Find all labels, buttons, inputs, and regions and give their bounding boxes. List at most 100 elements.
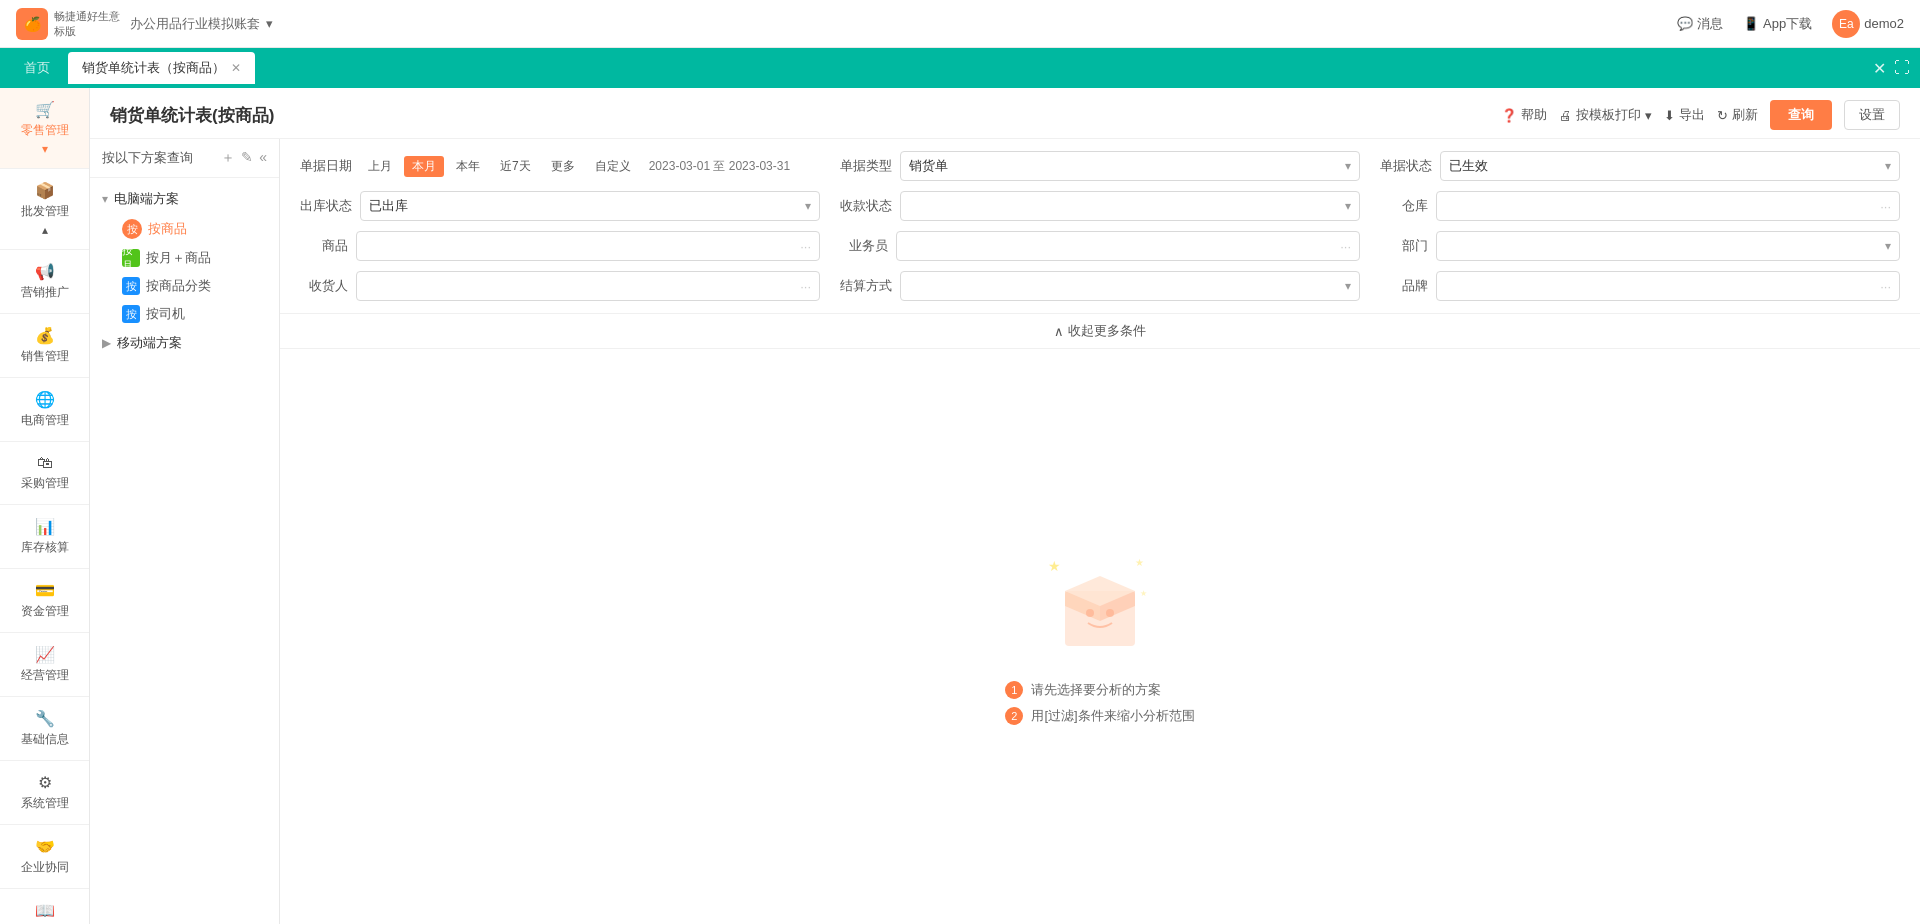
settlement-select[interactable]: ▾ [900,271,1360,301]
sidebar-item-operations[interactable]: 📈 经营管理 [0,633,89,697]
department-select[interactable]: ▾ [1436,231,1900,261]
warehouse-status-select[interactable]: 已出库 ▾ [360,191,820,221]
salesperson-input[interactable]: ··· [896,231,1360,261]
empty-step-2: 2 用[过滤]条件来缩小分析范围 [1005,707,1194,725]
tab-sales-stats[interactable]: 销货单统计表（按商品） ✕ [68,52,255,84]
filter-row-1: 单据日期 上月 本月 本年 近7天 更多 自定义 [300,151,1900,181]
user-area[interactable]: Ea demo2 [1832,10,1904,38]
warehouse-input[interactable]: ··· [1436,191,1900,221]
sidebar-item-purchase[interactable]: 🛍 采购管理 [0,442,89,505]
header-right: 💬 消息 📱 App下载 Ea demo2 [1677,10,1904,38]
date-tab-more[interactable]: 更多 [543,156,583,177]
tab-close-window-icon[interactable]: ✕ [1873,59,1886,78]
brand-input[interactable]: ··· [1436,271,1900,301]
filter-salesperson: 业务员 ··· [840,231,1360,261]
sidebar-basic-label: 基础信息 [21,731,69,748]
svg-text:★: ★ [1135,557,1144,568]
filter-warehouse-status: 出库状态 已出库 ▾ [300,191,820,221]
export-btn[interactable]: ⬇ 导出 [1664,106,1705,124]
filter-row-4: 收货人 ··· 结算方式 ▾ [300,271,1900,301]
date-tab-custom[interactable]: 自定义 [587,156,639,177]
scheme-by-product[interactable]: 按 按商品 [90,214,279,244]
wholesale-icon: 📦 [35,181,55,200]
warehouse-status-value: 已出库 [369,197,408,215]
tree-mobile[interactable]: ▶ 移动端方案 [90,328,279,358]
breadcrumb-area[interactable]: 办公用品行业模拟账套 ▾ [130,15,273,33]
sidebar: 🛒 零售管理 ▾ 📦 批发管理 ▴ 📢 营销推广 💰 销售管理 🌐 电商管理 🛍… [0,88,90,924]
filter-product: 商品 ··· [300,231,820,261]
filter-warehouse: 仓库 ··· [1380,191,1900,221]
doc-type-select[interactable]: 销货单 ▾ [900,151,1360,181]
doc-status-arrow: ▾ [1885,159,1891,173]
edit-scheme-btn[interactable]: ✎ [241,149,253,167]
department-label: 部门 [1380,237,1436,255]
scheme-by-product-label: 按商品 [148,220,187,238]
sidebar-system-label: 系统管理 [21,795,69,812]
query-button[interactable]: 查询 [1770,100,1832,130]
date-tab-prev-month[interactable]: 上月 [360,156,400,177]
date-label: 单据日期 [300,157,360,175]
collapse-bar[interactable]: ∧ 收起更多条件 [280,314,1920,349]
sidebar-item-marketing[interactable]: 📢 营销推广 [0,250,89,314]
panel-header-actions: ＋ ✎ « [221,149,267,167]
scheme-by-category[interactable]: 按 按商品分类 [90,272,279,300]
sidebar-item-basic[interactable]: 🔧 基础信息 [0,697,89,761]
filter-brand: 品牌 ··· [1380,271,1900,301]
filter-department: 部门 ▾ [1380,231,1900,261]
add-scheme-btn[interactable]: ＋ [221,149,235,167]
tab-bar: 首页 销货单统计表（按商品） ✕ ✕ ⛶ [0,48,1920,88]
warehouse-status-arrow: ▾ [805,199,811,213]
product-input[interactable]: ··· [356,231,820,261]
tree-desktop[interactable]: ▾ 电脑端方案 [90,184,279,214]
desktop-label: 电脑端方案 [114,190,179,208]
tab-close-icon[interactable]: ✕ [231,61,241,75]
date-tab-year[interactable]: 本年 [448,156,488,177]
sidebar-item-wholesale[interactable]: 📦 批发管理 ▴ [0,169,89,250]
print-btn[interactable]: 🖨 按模板打印 ▾ [1559,106,1652,124]
sidebar-item-finance[interactable]: 💳 资金管理 [0,569,89,633]
svg-text:★: ★ [1140,589,1147,598]
scheme-label: 按以下方案查询 [102,149,193,167]
recipient-input[interactable]: ··· [356,271,820,301]
sidebar-item-inventory[interactable]: 📊 库存核算 [0,505,89,569]
tab-home-label: 首页 [24,59,50,77]
sidebar-item-sales[interactable]: 💰 销售管理 [0,314,89,378]
tab-home[interactable]: 首页 [10,52,64,84]
print-dropdown-icon[interactable]: ▾ [1645,108,1652,123]
help-btn[interactable]: ❓ 帮助 [1501,106,1547,124]
message-btn[interactable]: 💬 消息 [1677,15,1723,33]
scheme-by-month[interactable]: 按月 按月＋商品 [90,244,279,272]
filter-layout: 按以下方案查询 ＋ ✎ « ▾ 电脑端方案 按 [90,139,1920,924]
payment-status-select[interactable]: ▾ [900,191,1360,221]
scheme-by-driver[interactable]: 按 按司机 [90,300,279,328]
brand-label: 品牌 [1380,277,1436,295]
refresh-btn[interactable]: ↻ 刷新 [1717,106,1758,124]
date-tab-curr-month[interactable]: 本月 [404,156,444,177]
salesperson-label: 业务员 [840,237,896,255]
sidebar-item-retail[interactable]: 🛒 零售管理 ▾ [0,88,89,169]
sidebar-corp-label: 企业协同 [21,859,69,876]
recipient-label: 收货人 [300,277,356,295]
dropdown-icon[interactable]: ▾ [266,16,273,31]
product-label: 商品 [300,237,356,255]
collapse-panel-btn[interactable]: « [259,149,267,167]
sidebar-item-system[interactable]: ⚙ 系统管理 [0,761,89,825]
date-tab-7days[interactable]: 近7天 [492,156,539,177]
doc-type-value: 销货单 [909,157,948,175]
sidebar-item-tutorial[interactable]: 📖 新手引导 [0,889,89,924]
sidebar-item-corp[interactable]: 🤝 企业协同 [0,825,89,889]
app-download-icon: 📱 [1743,16,1759,31]
doc-status-label: 单据状态 [1380,157,1440,175]
doc-status-select[interactable]: 已生效 ▾ [1440,151,1900,181]
logo-area: 🍊 畅捷通好生意 标版 [16,8,120,40]
retail-arrow: ▾ [42,142,48,156]
sidebar-finance-label: 资金管理 [21,603,69,620]
settings-button[interactable]: 设置 [1844,100,1900,130]
step-1-text: 请先选择要分析的方案 [1031,681,1161,699]
tab-sales-stats-label: 销货单统计表（按商品） [82,59,225,77]
app-download-btn[interactable]: 📱 App下载 [1743,15,1812,33]
tab-fullscreen-icon[interactable]: ⛶ [1894,59,1910,78]
logo-text: 畅捷通好生意 标版 [54,9,120,38]
retail-icon: 🛒 [35,100,55,119]
sidebar-item-ecommerce[interactable]: 🌐 电商管理 [0,378,89,442]
